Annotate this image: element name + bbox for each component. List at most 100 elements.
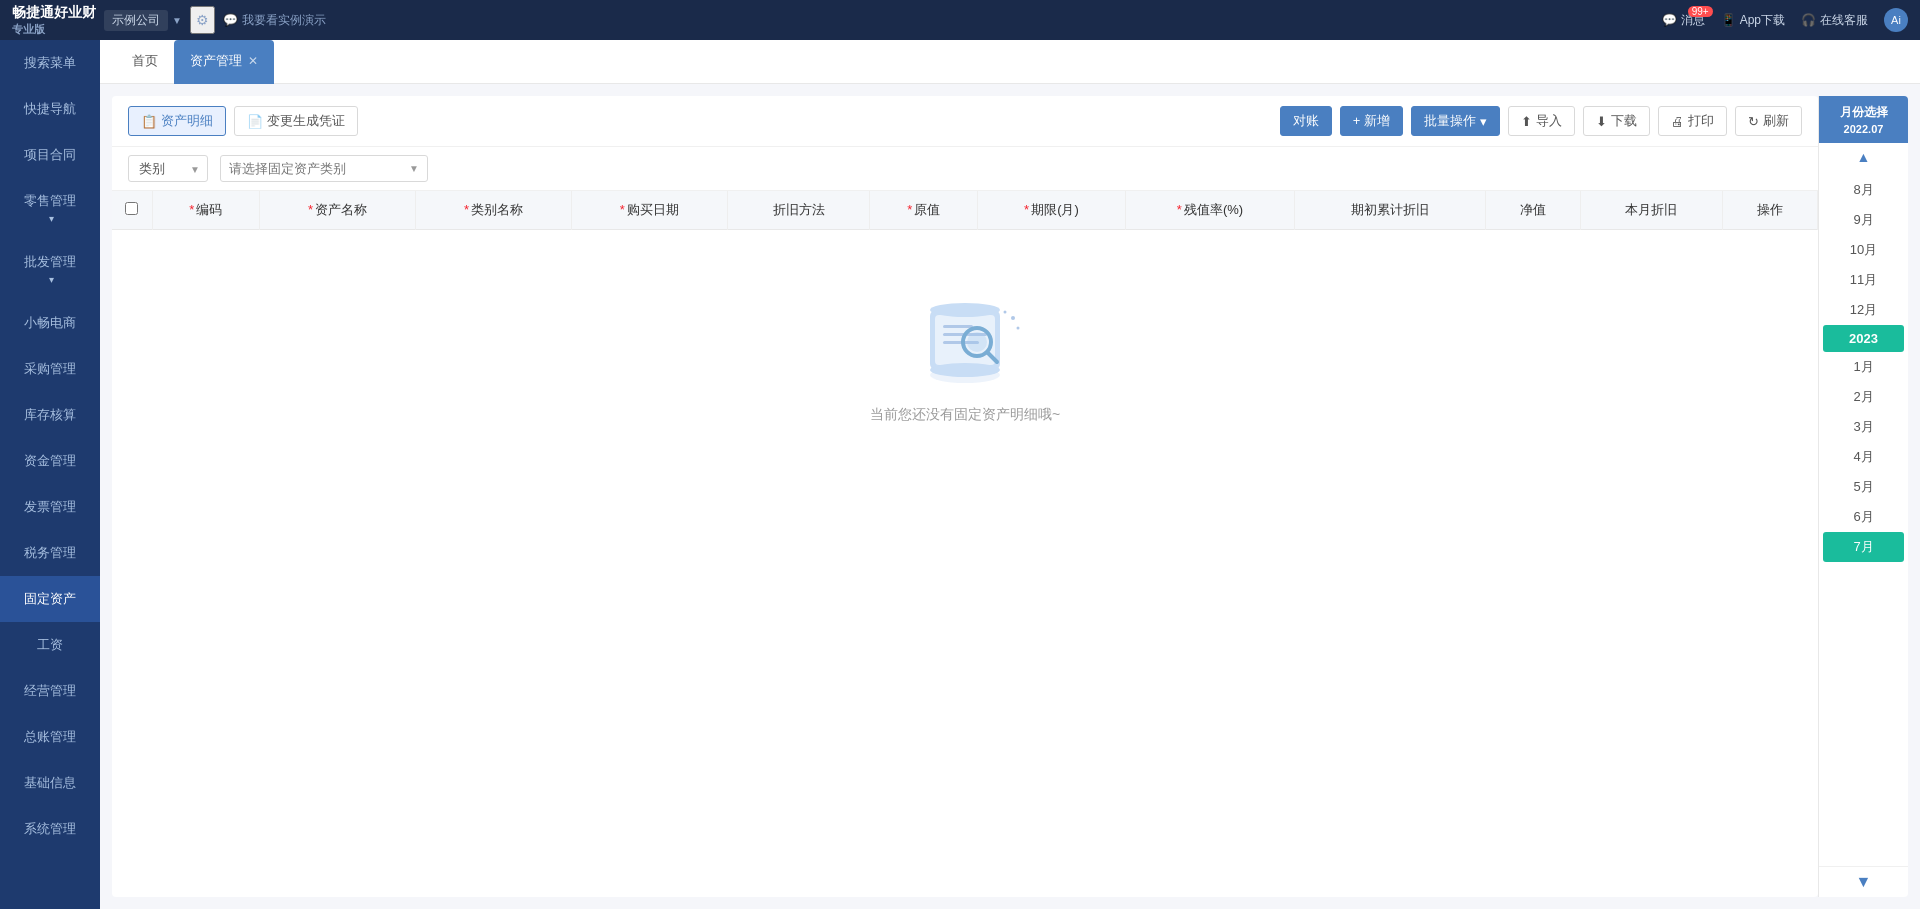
app-download-button[interactable]: 📱 App下载: [1721, 12, 1785, 29]
sidebar-item-quicknav[interactable]: 快捷导航: [0, 86, 100, 132]
month-item-4[interactable]: 4月: [1819, 442, 1908, 472]
online-service-button[interactable]: 🎧 在线客服: [1801, 12, 1868, 29]
month-item-7[interactable]: 7月: [1823, 532, 1904, 562]
month-item-2[interactable]: 2月: [1819, 382, 1908, 412]
sub-tabs: 📋 资产明细 📄 变更生成凭证 对账 + 新增 批量操作 ▾: [112, 96, 1818, 147]
month-item-12[interactable]: 12月: [1819, 295, 1908, 325]
content-area: 首页 资产管理 ✕ 📋 资产明细 📄 变更生成凭证: [100, 40, 1920, 909]
message-icon: 💬: [1662, 13, 1677, 27]
download-button[interactable]: ⬇ 下载: [1583, 106, 1650, 136]
filter-dropdown-arrow[interactable]: ▼: [409, 163, 419, 174]
sidebar-item-purchase[interactable]: 采购管理: [0, 346, 100, 392]
sidebar-item-retail[interactable]: 零售管理 ▾: [0, 178, 100, 239]
month-item-1[interactable]: 1月: [1819, 352, 1908, 382]
import-label: 导入: [1536, 112, 1562, 130]
sidebar-item-label: 系统管理: [8, 820, 92, 838]
col-category: *类别名称: [415, 191, 571, 230]
refresh-button[interactable]: ↻ 刷新: [1735, 106, 1802, 136]
refresh-icon: ↻: [1748, 114, 1759, 129]
reconcile-button[interactable]: 对账: [1280, 106, 1332, 136]
app-logo: 畅捷通好业财 专业版: [12, 4, 96, 37]
sub-tab-voucher[interactable]: 📄 变更生成凭证: [234, 106, 358, 136]
main-layout: 搜索菜单 快捷导航 项目合同 零售管理 ▾ 批发管理 ▾ 小畅电商 采购管理 库…: [0, 40, 1920, 909]
filter-row: 类别 ▼: [112, 147, 1818, 191]
sidebar-item-operation[interactable]: 经营管理: [0, 668, 100, 714]
app-download-icon: 📱: [1721, 13, 1736, 27]
sidebar-item-label: 小畅电商: [8, 314, 92, 332]
sidebar-item-fund[interactable]: 资金管理: [0, 438, 100, 484]
sub-tab-detail-icon: 📋: [141, 114, 157, 129]
sidebar-item-label: 资金管理: [8, 452, 92, 470]
month-item-8[interactable]: 8月: [1819, 175, 1908, 205]
import-button[interactable]: ⬆ 导入: [1508, 106, 1575, 136]
online-service-icon: 🎧: [1801, 13, 1816, 27]
month-picker-footer: ▼: [1819, 866, 1908, 897]
sidebar-item-label: 经营管理: [8, 682, 92, 700]
sub-tab-detail-label: 资产明细: [161, 112, 213, 130]
batch-ops-button[interactable]: 批量操作 ▾: [1411, 106, 1500, 136]
sidebar-item-label: 税务管理: [8, 544, 92, 562]
tab-assets-label: 资产管理: [190, 52, 242, 70]
col-depreciation-method: 折旧方法: [727, 191, 870, 230]
refresh-label: 刷新: [1763, 112, 1789, 130]
tab-assets-close[interactable]: ✕: [248, 54, 258, 68]
col-code: *编码: [152, 191, 260, 230]
sidebar-item-ledger[interactable]: 总账管理: [0, 714, 100, 760]
empty-state-text: 当前您还没有固定资产明细哦~: [870, 406, 1060, 424]
sub-tab-voucher-icon: 📄: [247, 114, 263, 129]
wholesale-arrow: ▾: [49, 274, 54, 285]
month-item-11[interactable]: 11月: [1819, 265, 1908, 295]
month-item-10[interactable]: 10月: [1819, 235, 1908, 265]
sidebar-item-search[interactable]: 搜索菜单: [0, 40, 100, 86]
company-name: 示例公司: [104, 10, 168, 31]
svg-point-7: [930, 363, 1000, 377]
category-input[interactable]: [229, 156, 409, 181]
sidebar-item-salary[interactable]: 工资: [0, 622, 100, 668]
tab-home[interactable]: 首页: [116, 40, 174, 84]
sidebar-item-tax[interactable]: 税务管理: [0, 530, 100, 576]
month-item-9[interactable]: 9月: [1819, 205, 1908, 235]
month-item-3[interactable]: 3月: [1819, 412, 1908, 442]
message-button[interactable]: 💬 消息 99+: [1662, 12, 1705, 29]
demo-link[interactable]: 💬 我要看实例演示: [223, 12, 326, 29]
sidebar-item-inventory[interactable]: 库存核算: [0, 392, 100, 438]
month-prev-button[interactable]: ▲: [1851, 147, 1877, 167]
month-next-button[interactable]: ▼: [1856, 873, 1872, 891]
download-icon: ⬇: [1596, 114, 1607, 129]
sidebar-item-label: 项目合同: [8, 146, 92, 164]
sidebar-item-project[interactable]: 项目合同: [0, 132, 100, 178]
download-label: 下载: [1611, 112, 1637, 130]
col-name: *资产名称: [260, 191, 416, 230]
svg-point-6: [930, 303, 1000, 317]
sidebar-item-label: 固定资产: [8, 590, 92, 608]
sidebar-item-label: 基础信息: [8, 774, 92, 792]
demo-link-text: 我要看实例演示: [242, 12, 326, 29]
sidebar-item-label: 批发管理: [8, 253, 92, 271]
sidebar-item-wholesale[interactable]: 批发管理 ▾: [0, 239, 100, 300]
batch-ops-arrow: ▾: [1480, 114, 1487, 129]
col-purchase-date: *购买日期: [571, 191, 727, 230]
sidebar-item-assets[interactable]: 固定资产: [0, 576, 100, 622]
month-item-2023-year: 2023: [1823, 325, 1904, 352]
select-all-checkbox[interactable]: [125, 202, 138, 215]
sidebar-item-baseinfo[interactable]: 基础信息: [0, 760, 100, 806]
demo-icon: 💬: [223, 13, 238, 27]
month-picker: 月份选择 2022.07 ▲ 8月 9月 10月 11月 12月 2023 1月…: [1818, 96, 1908, 897]
tab-assets[interactable]: 资产管理 ✕: [174, 40, 274, 84]
category-filter-wrap: 类别: [128, 155, 208, 182]
sub-tab-detail[interactable]: 📋 资产明细: [128, 106, 226, 136]
month-item-6[interactable]: 6月: [1819, 502, 1908, 532]
category-filter[interactable]: 类别: [128, 155, 208, 182]
print-button[interactable]: 🖨 打印: [1658, 106, 1727, 136]
settings-button[interactable]: ⚙: [190, 6, 215, 34]
add-button[interactable]: + 新增: [1340, 106, 1403, 136]
sidebar: 搜索菜单 快捷导航 项目合同 零售管理 ▾ 批发管理 ▾ 小畅电商 采购管理 库…: [0, 40, 100, 909]
sidebar-item-label: 采购管理: [8, 360, 92, 378]
sidebar-item-system[interactable]: 系统管理: [0, 806, 100, 852]
sidebar-item-label: 总账管理: [8, 728, 92, 746]
month-item-5[interactable]: 5月: [1819, 472, 1908, 502]
user-avatar[interactable]: Ai: [1884, 8, 1908, 32]
sidebar-item-invoice[interactable]: 发票管理: [0, 484, 100, 530]
sidebar-item-ecommerce[interactable]: 小畅电商: [0, 300, 100, 346]
company-selector[interactable]: 示例公司 ▼: [104, 10, 182, 31]
